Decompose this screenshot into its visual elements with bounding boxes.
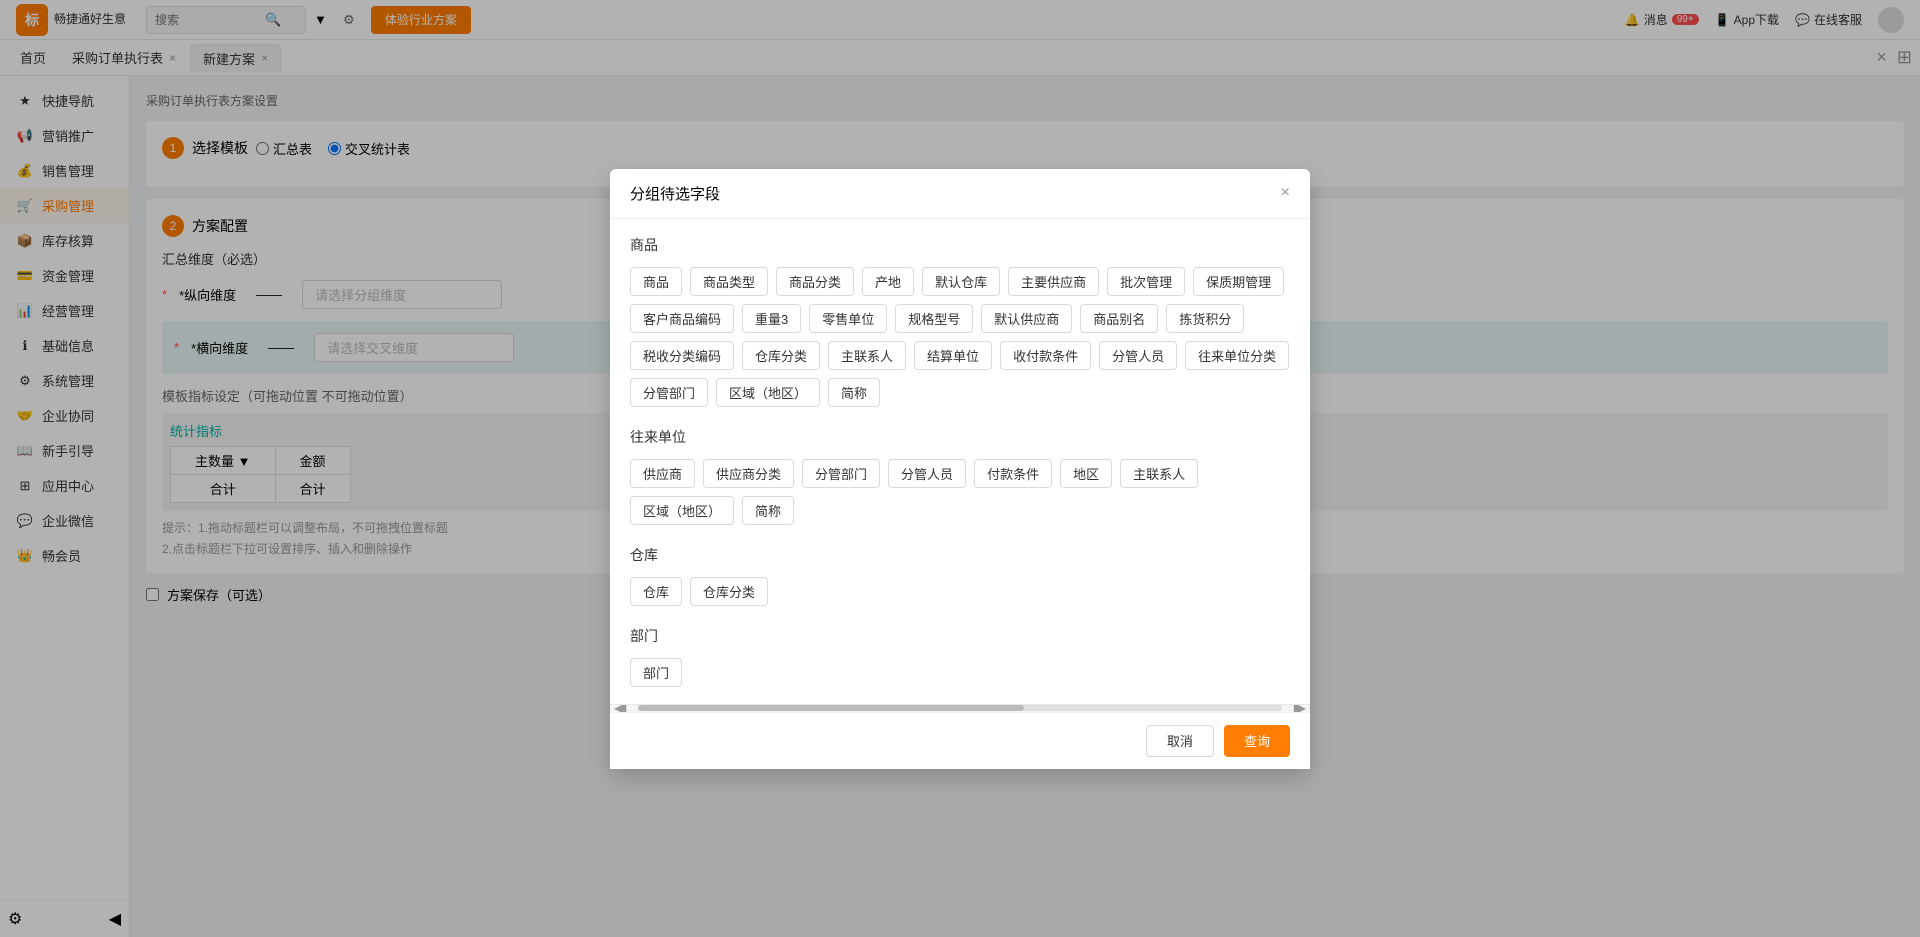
field-tag-0-23[interactable]: 区域（地区） [716, 378, 820, 407]
modal-footer: 取消 查询 [610, 712, 1310, 769]
field-tags-0: 商品商品类型商品分类产地默认仓库主要供应商批次管理保质期管理客户商品编码重量3 零… [630, 267, 1290, 407]
field-tag-0-12[interactable]: 默认供应商 [981, 304, 1072, 333]
field-tag-0-16[interactable]: 仓库分类 [742, 341, 820, 370]
field-tag-0-22[interactable]: 分管部门 [630, 378, 708, 407]
hscroll-left-btn[interactable]: ◀ [610, 704, 630, 711]
modal-body: 商品商品商品类型商品分类产地默认仓库主要供应商批次管理保质期管理客户商品编码重量… [610, 219, 1310, 705]
field-tag-2-1[interactable]: 仓库分类 [690, 577, 768, 606]
field-tag-0-18[interactable]: 结算单位 [914, 341, 992, 370]
field-tag-1-7[interactable]: 区域（地区） [630, 496, 734, 525]
modal-header: 分组待选字段 × [610, 169, 1310, 219]
field-section-title-3: 部门 [630, 626, 1290, 646]
field-tag-0-10[interactable]: 零售单位 [809, 304, 887, 333]
modal-close-btn[interactable]: × [1281, 184, 1290, 202]
modal-hscroll[interactable]: ◀ ▶ [610, 704, 1310, 711]
field-tag-1-6[interactable]: 主联系人 [1120, 459, 1198, 488]
field-tag-0-4[interactable]: 默认仓库 [922, 267, 1000, 296]
field-tag-0-6[interactable]: 批次管理 [1107, 267, 1185, 296]
field-section-3: 部门部门 [630, 626, 1290, 687]
modal-dialog: 分组待选字段 × 商品商品商品类型商品分类产地默认仓库主要供应商批次管理保质期管… [610, 169, 1310, 769]
field-tag-0-13[interactable]: 商品别名 [1080, 304, 1158, 333]
hscroll-thumb [638, 705, 1024, 711]
field-tag-3-0[interactable]: 部门 [630, 658, 682, 687]
hscroll-right-btn[interactable]: ▶ [1290, 704, 1310, 711]
field-section-title-2: 仓库 [630, 545, 1290, 565]
modal-confirm-btn[interactable]: 查询 [1224, 725, 1290, 757]
hscroll-track [638, 705, 1281, 711]
field-tag-0-17[interactable]: 主联系人 [828, 341, 906, 370]
field-tag-0-19[interactable]: 收付款条件 [1000, 341, 1091, 370]
field-tag-0-7[interactable]: 保质期管理 [1193, 267, 1284, 296]
field-tag-0-21[interactable]: 往来单位分类 [1185, 341, 1289, 370]
field-tag-1-2[interactable]: 分管部门 [802, 459, 880, 488]
modal-cancel-btn[interactable]: 取消 [1146, 725, 1214, 757]
field-tag-0-9[interactable]: 重量3 [742, 304, 801, 333]
field-section-2: 仓库仓库仓库分类 [630, 545, 1290, 606]
field-tag-0-20[interactable]: 分管人员 [1099, 341, 1177, 370]
field-tag-1-8[interactable]: 简称 [742, 496, 794, 525]
field-tag-0-24[interactable]: 简称 [828, 378, 880, 407]
field-section-0: 商品商品商品类型商品分类产地默认仓库主要供应商批次管理保质期管理客户商品编码重量… [630, 235, 1290, 407]
modal-title: 分组待选字段 [630, 183, 720, 204]
field-tag-0-1[interactable]: 商品类型 [690, 267, 768, 296]
field-tag-1-1[interactable]: 供应商分类 [703, 459, 794, 488]
field-tag-0-3[interactable]: 产地 [862, 267, 914, 296]
field-tags-1: 供应商供应商分类分管部门分管人员付款条件地区主联系人区域（地区） 简称 [630, 459, 1290, 525]
field-tag-1-5[interactable]: 地区 [1060, 459, 1112, 488]
field-section-title-1: 往来单位 [630, 427, 1290, 447]
field-tag-1-4[interactable]: 付款条件 [974, 459, 1052, 488]
field-tag-2-0[interactable]: 仓库 [630, 577, 682, 606]
field-section-title-0: 商品 [630, 235, 1290, 255]
field-tag-1-0[interactable]: 供应商 [630, 459, 695, 488]
field-tag-0-15[interactable]: 税收分类编码 [630, 341, 734, 370]
field-tag-0-0[interactable]: 商品 [630, 267, 682, 296]
field-tag-1-3[interactable]: 分管人员 [888, 459, 966, 488]
field-tags-2: 仓库仓库分类 [630, 577, 1290, 606]
field-tag-0-2[interactable]: 商品分类 [776, 267, 854, 296]
field-section-1: 往来单位供应商供应商分类分管部门分管人员付款条件地区主联系人区域（地区） 简称 [630, 427, 1290, 525]
field-tag-0-8[interactable]: 客户商品编码 [630, 304, 734, 333]
field-tag-0-14[interactable]: 拣货积分 [1166, 304, 1244, 333]
field-tag-0-5[interactable]: 主要供应商 [1008, 267, 1099, 296]
field-tag-0-11[interactable]: 规格型号 [895, 304, 973, 333]
field-tags-3: 部门 [630, 658, 1290, 687]
